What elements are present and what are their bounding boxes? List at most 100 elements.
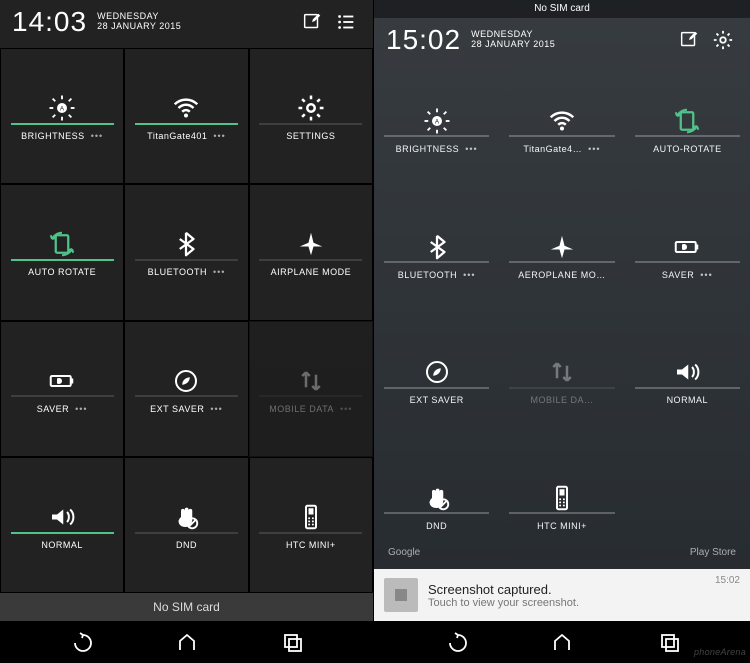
tile-label-row: SETTINGS: [250, 131, 372, 147]
tile-label: TitanGate401: [147, 131, 207, 141]
qs-tile[interactable]: MOBILE DATA•••: [249, 321, 373, 457]
home-button[interactable]: [537, 626, 587, 658]
qs-tile[interactable]: HTC MINI+: [499, 443, 624, 569]
home-icon: [175, 630, 199, 654]
qs-tile[interactable]: DND: [124, 457, 248, 593]
qs-tile: [625, 443, 750, 569]
qs-tile[interactable]: BLUETOOTH •••: [374, 192, 499, 318]
tile-label: AEROPLANE MO…: [518, 270, 606, 280]
qs-tile[interactable]: AUTO ROTATE: [0, 184, 124, 320]
tile-label-row: EXT SAVER •••: [125, 404, 247, 420]
tile-underline: [635, 135, 740, 137]
tile-label: BRIGHTNESS: [21, 131, 85, 141]
left-footer-status: No SIM card: [0, 593, 373, 621]
edit-icon: [678, 29, 700, 51]
edit-icon: [301, 11, 323, 33]
tile-label-row: BRIGHTNESS•••: [374, 144, 499, 160]
tile-underline: [384, 135, 489, 137]
qs-tile[interactable]: BRIGHTNESS•••: [374, 66, 499, 192]
tile-label-row: NORMAL: [625, 395, 750, 411]
left-phone-panel: 14:03 WEDNESDAY 28 JANUARY 2015 BRIGHTNE…: [0, 0, 374, 663]
more-dots-icon[interactable]: •••: [213, 267, 225, 277]
more-dots-icon[interactable]: •••: [340, 404, 352, 414]
tile-label: NORMAL: [41, 540, 83, 550]
edit-button[interactable]: [297, 7, 327, 37]
tile-label-row: BRIGHTNESS •••: [1, 131, 123, 147]
qs-tile[interactable]: HTC MINI+: [249, 457, 373, 593]
qs-tile[interactable]: AIRPLANE MODE: [249, 184, 373, 320]
tile-label: EXT SAVER: [150, 404, 204, 414]
tile-label: HTC MINI+: [286, 540, 336, 550]
more-dots-icon[interactable]: •••: [75, 404, 87, 414]
qs-tile[interactable]: SAVER •••: [625, 192, 750, 318]
back-button[interactable]: [56, 626, 106, 658]
tile-label-row: AUTO ROTATE: [1, 267, 123, 283]
tile-label: MOBILE DA…: [530, 395, 593, 405]
left-tiles-grid: BRIGHTNESS ••• TitanGate401 ••• SETTINGS AUTO…: [0, 48, 373, 593]
more-dots-icon[interactable]: •••: [463, 270, 475, 280]
home-icon: [550, 630, 574, 654]
tile-label-row: SAVER •••: [625, 270, 750, 286]
tile-underline: [509, 261, 614, 263]
tile-underline: [384, 261, 489, 263]
recent-button[interactable]: [267, 626, 317, 658]
home-button[interactable]: [162, 626, 212, 658]
more-dots-icon[interactable]: •••: [213, 131, 225, 141]
tile-label-row: HTC MINI+: [250, 540, 372, 556]
tile-label: BLUETOOTH: [398, 270, 457, 280]
back-button[interactable]: [431, 626, 481, 658]
clock-text: 15:02: [386, 24, 461, 56]
right-header: 15:02 WEDNESDAY 28 JANUARY 2015: [374, 18, 750, 66]
tile-underline: [135, 123, 238, 125]
qs-tile[interactable]: AUTO-ROTATE: [625, 66, 750, 192]
qs-tile[interactable]: TitanGate4… •••: [499, 66, 624, 192]
qs-tile[interactable]: NORMAL: [0, 457, 124, 593]
more-dots-icon[interactable]: •••: [210, 404, 222, 414]
qs-tile[interactable]: SAVER •••: [0, 321, 124, 457]
tile-label: SAVER: [662, 270, 694, 280]
clock-text: 14:03: [12, 6, 87, 38]
tile-underline: [509, 135, 614, 137]
qs-tile[interactable]: MOBILE DA…: [499, 318, 624, 444]
settings-button[interactable]: [708, 25, 738, 55]
screenshot-thumb-icon: [384, 578, 418, 612]
edit-button[interactable]: [674, 25, 704, 55]
tile-underline: [259, 259, 362, 261]
qs-tile[interactable]: EXT SAVER: [374, 318, 499, 444]
recent-icon: [657, 630, 681, 654]
qs-tile[interactable]: AEROPLANE MO…: [499, 192, 624, 318]
tile-label-row: DND: [125, 540, 247, 556]
tile-label-row: AIRPLANE MODE: [250, 267, 372, 283]
tile-label-row: MOBILE DA…: [499, 395, 624, 411]
tile-underline: [259, 123, 362, 125]
tile-underline: [11, 395, 114, 397]
tile-label: HTC MINI+: [537, 521, 587, 531]
right-tiles-grid: BRIGHTNESS••• TitanGate4… ••• AUTO-ROTATE BL…: [374, 66, 750, 569]
tile-label: TitanGate4…: [523, 144, 582, 154]
list-button[interactable]: [331, 7, 361, 37]
qs-tile[interactable]: BRIGHTNESS •••: [0, 48, 124, 184]
tile-label: AUTO ROTATE: [28, 267, 96, 277]
tile-underline: [135, 259, 238, 261]
more-dots-icon[interactable]: •••: [588, 144, 600, 154]
qs-tile[interactable]: DND: [374, 443, 499, 569]
watermark-text: phoneArena: [694, 647, 746, 657]
recent-button[interactable]: [644, 626, 694, 658]
tile-label: AIRPLANE MODE: [271, 267, 352, 277]
tile-label: BLUETOOTH: [148, 267, 207, 277]
left-header: 14:03 WEDNESDAY 28 JANUARY 2015: [0, 0, 373, 48]
qs-tile[interactable]: SETTINGS: [249, 48, 373, 184]
qs-tile[interactable]: EXT SAVER •••: [124, 321, 248, 457]
qs-tile[interactable]: BLUETOOTH •••: [124, 184, 248, 320]
tile-label: SAVER: [37, 404, 69, 414]
qs-tile[interactable]: NORMAL: [625, 318, 750, 444]
more-dots-icon[interactable]: •••: [465, 144, 477, 154]
notif-title: Screenshot captured.: [428, 582, 740, 597]
tile-underline: [11, 532, 114, 534]
more-dots-icon[interactable]: •••: [700, 270, 712, 280]
tile-label: NORMAL: [667, 395, 709, 405]
more-dots-icon[interactable]: •••: [91, 131, 103, 141]
screenshot-notification[interactable]: Screenshot captured. Touch to view your …: [374, 569, 750, 621]
qs-tile[interactable]: TitanGate401 •••: [124, 48, 248, 184]
tile-label-row: EXT SAVER: [374, 395, 499, 411]
